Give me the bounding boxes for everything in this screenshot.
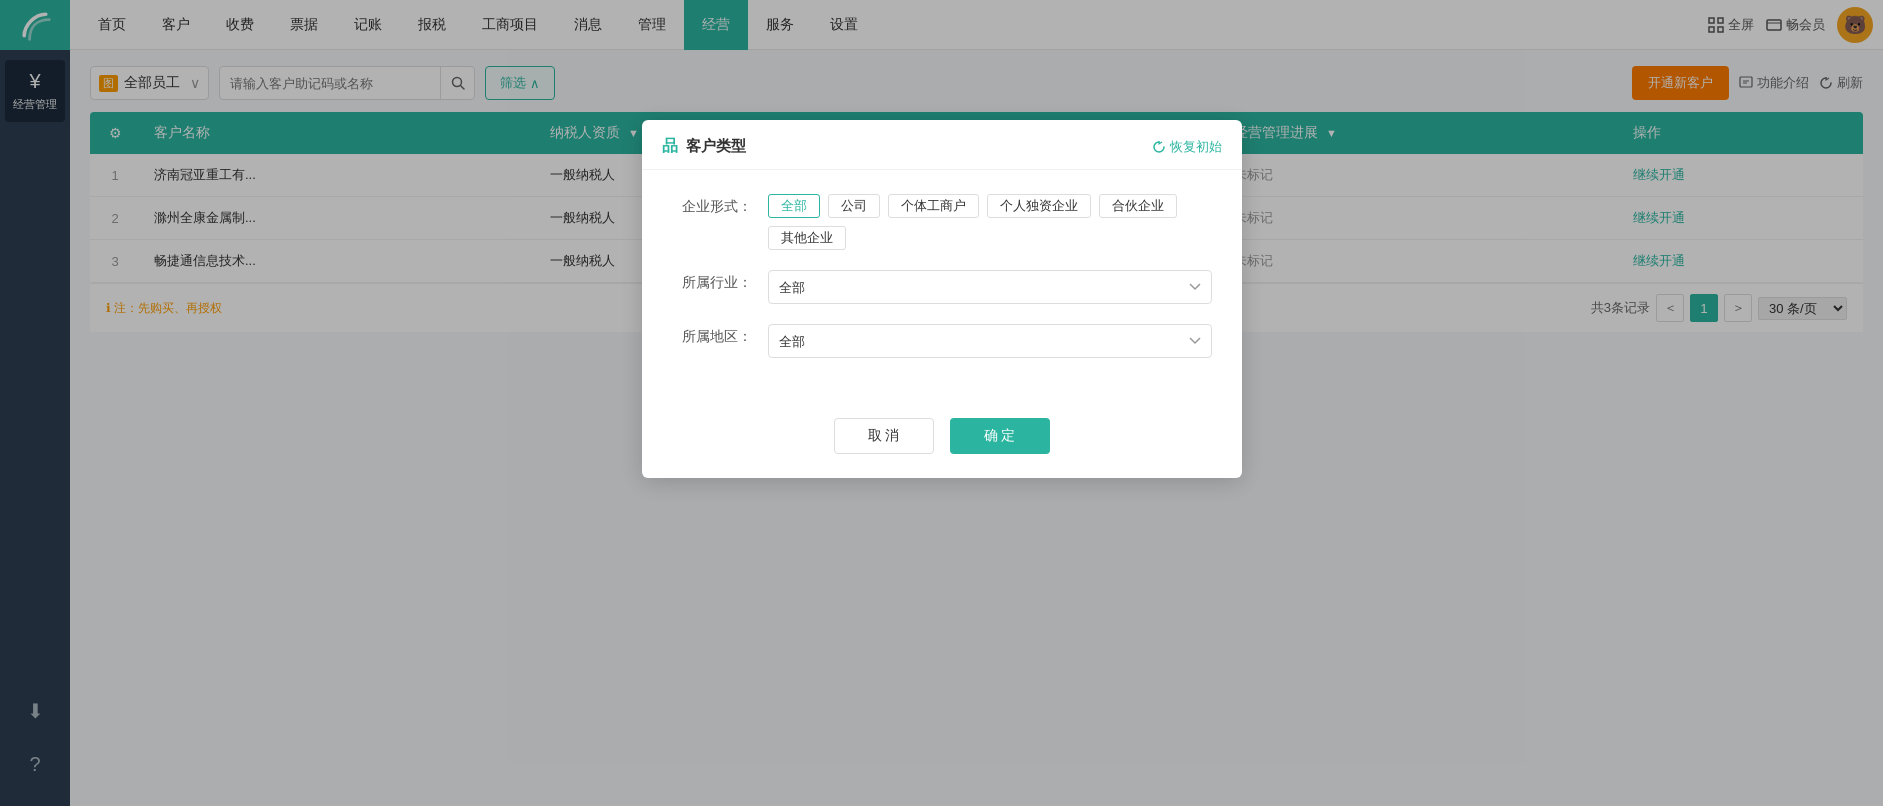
modal-footer: 取 消 确 定 <box>642 402 1242 478</box>
option-partnership[interactable]: 合伙企业 <box>1099 194 1177 218</box>
modal-body: 企业形式： 全部 公司 个体工商户 个人独资企业 合伙企业 其他企业 所属行业：… <box>642 170 1242 402</box>
modal-title-text: 客户类型 <box>686 137 746 156</box>
modal-reset-button[interactable]: 恢复初始 <box>1152 138 1222 156</box>
modal-title: 品 客户类型 <box>662 136 746 157</box>
filter-modal: 品 客户类型 恢复初始 企业形式： 全部 公司 个体工商户 个人独资企业 <box>642 120 1242 478</box>
enterprise-form-row: 企业形式： 全部 公司 个体工商户 个人独资企业 合伙企业 其他企业 <box>672 194 1212 250</box>
reset-label: 恢复初始 <box>1170 138 1222 156</box>
option-sole[interactable]: 个人独资企业 <box>987 194 1091 218</box>
industry-select[interactable]: 全部 <box>768 270 1212 304</box>
region-label: 所属地区： <box>672 324 752 346</box>
option-other[interactable]: 其他企业 <box>768 226 846 250</box>
industry-label: 所属行业： <box>672 270 752 292</box>
enterprise-options: 全部 公司 个体工商户 个人独资企业 合伙企业 其他企业 <box>768 194 1212 250</box>
modal-header: 品 客户类型 恢复初始 <box>642 120 1242 170</box>
reset-icon <box>1152 140 1166 154</box>
option-all[interactable]: 全部 <box>768 194 820 218</box>
enterprise-form-label: 企业形式： <box>672 194 752 216</box>
industry-select-wrapper: 全部 <box>768 270 1212 304</box>
modal-title-icon: 品 <box>662 136 678 157</box>
confirm-button[interactable]: 确 定 <box>950 418 1050 454</box>
region-select-wrapper: 全部 <box>768 324 1212 358</box>
modal-overlay[interactable]: 品 客户类型 恢复初始 企业形式： 全部 公司 个体工商户 个人独资企业 <box>0 0 1883 806</box>
region-select[interactable]: 全部 <box>768 324 1212 358</box>
option-company[interactable]: 公司 <box>828 194 880 218</box>
option-individual[interactable]: 个体工商户 <box>888 194 979 218</box>
industry-form-row: 所属行业： 全部 <box>672 270 1212 304</box>
cancel-button[interactable]: 取 消 <box>834 418 934 454</box>
region-form-row: 所属地区： 全部 <box>672 324 1212 358</box>
